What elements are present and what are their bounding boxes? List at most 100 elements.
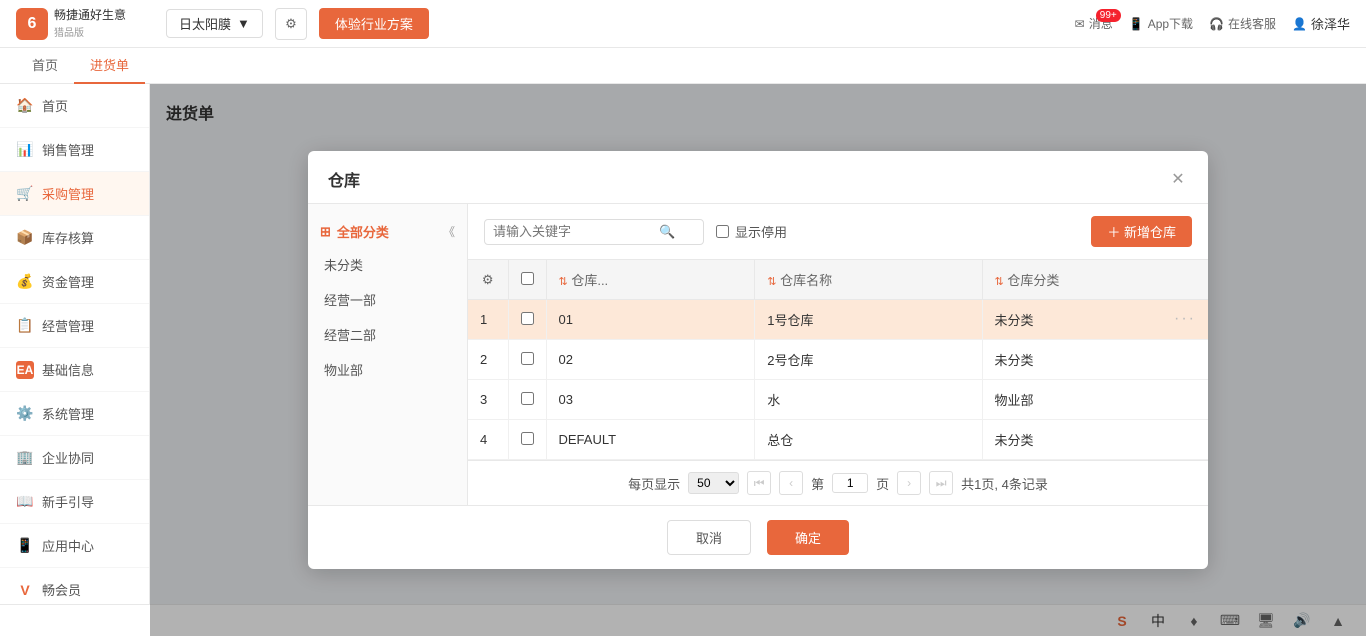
row3-checkbox[interactable]	[521, 392, 534, 405]
category-uncategorized[interactable]: 未分类	[308, 247, 467, 282]
add-warehouse-button[interactable]: ＋ 新增仓库	[1091, 216, 1192, 247]
sidebar-basic-label: 基础信息	[42, 360, 94, 379]
user-area[interactable]: 👤 徐泽华	[1292, 14, 1350, 33]
page-first-btn[interactable]: ⏮	[747, 471, 771, 495]
row4-checkbox[interactable]	[521, 432, 534, 445]
page-prev-btn[interactable]: ‹	[779, 471, 803, 495]
sidebar-vip-label: 畅会员	[42, 580, 81, 599]
page-last-btn[interactable]: ⏭	[929, 471, 953, 495]
row1-check[interactable]	[508, 300, 546, 340]
row2-code: 02	[546, 340, 755, 380]
row4-category: 未分类	[982, 420, 1208, 460]
warehouse-table-wrapper: ⚙ ⇅ 仓库...	[468, 260, 1208, 460]
per-page-select[interactable]: 50 100 200	[688, 472, 739, 494]
dialog-header: 仓库 ✕	[308, 151, 1208, 204]
th-name: ⇅ 仓库名称	[755, 260, 982, 300]
row1-more-icon[interactable]: ···	[1174, 310, 1196, 328]
dialog-footer: 取消 确定	[308, 505, 1208, 569]
row3-code: 03	[546, 380, 755, 420]
sidebar-item-purchase[interactable]: 🛒 采购管理	[0, 172, 149, 216]
sidebar-item-finance[interactable]: 💰 资金管理	[0, 260, 149, 304]
search-icon[interactable]: 🔍	[659, 224, 675, 240]
row4-no: 4	[468, 420, 508, 460]
row2-name: 2号仓库	[755, 340, 982, 380]
warehouse-table: ⚙ ⇅ 仓库...	[468, 260, 1208, 460]
row4-name: 总仓	[755, 420, 982, 460]
search-input[interactable]	[493, 224, 653, 239]
online-service-btn[interactable]: 🎧 在线客服	[1209, 15, 1276, 32]
sidebar-item-sales[interactable]: 📊 销售管理	[0, 128, 149, 172]
sidebar-item-inventory[interactable]: 📦 库存核算	[0, 216, 149, 260]
row3-no: 3	[468, 380, 508, 420]
page-unit: 页	[876, 474, 889, 493]
sidebar-inventory-label: 库存核算	[42, 228, 94, 247]
category-all-label: ⊞ 全部分类	[320, 222, 389, 241]
search-box: 🔍	[484, 219, 704, 245]
app-download-label: App下载	[1148, 15, 1193, 32]
show-disabled-label[interactable]: 显示停用	[716, 222, 787, 241]
table-row[interactable]: 1 01 1号仓库 未分类 ···	[468, 300, 1208, 340]
sidebar-system-label: 系统管理	[42, 404, 94, 423]
table-row[interactable]: 3 03 水 物业部	[468, 380, 1208, 420]
company-name: 日太阳膜	[179, 14, 231, 33]
table-row[interactable]: 2 02 2号仓库 未分类	[468, 340, 1208, 380]
app-logo-icon: 6	[16, 8, 48, 40]
page-next-btn[interactable]: ›	[897, 471, 921, 495]
confirm-button[interactable]: 确定	[767, 520, 849, 555]
app-name: 畅捷通好生意	[54, 8, 126, 24]
row4-code: DEFAULT	[546, 420, 755, 460]
cancel-button[interactable]: 取消	[667, 520, 751, 555]
sidebar-item-system[interactable]: ⚙️ 系统管理	[0, 392, 149, 436]
collapse-icon[interactable]: 《	[443, 223, 455, 240]
row1-no: 1	[468, 300, 508, 340]
sidebar-purchase-label: 采购管理	[42, 184, 94, 203]
category-property[interactable]: 物业部	[308, 352, 467, 387]
row1-category: 未分类 ···	[982, 300, 1208, 340]
row2-checkbox[interactable]	[521, 352, 534, 365]
settings-btn[interactable]: ⚙	[275, 8, 307, 40]
th-settings: ⚙	[468, 260, 508, 300]
app-download-btn[interactable]: 📱 App下载	[1129, 15, 1193, 32]
row1-name: 1号仓库	[755, 300, 982, 340]
sidebar-item-enterprise[interactable]: 🏢 企业协同	[0, 436, 149, 480]
online-service-label: 在线客服	[1228, 15, 1276, 32]
category-dept1[interactable]: 经营一部	[308, 282, 467, 317]
row3-check[interactable]	[508, 380, 546, 420]
nav-tabs: 首页 进货单	[0, 48, 1366, 84]
sidebar-finance-label: 资金管理	[42, 272, 94, 291]
avatar-icon: 👤	[1292, 17, 1307, 31]
per-page-label: 每页显示	[628, 474, 680, 493]
company-selector[interactable]: 日太阳膜 ▼	[166, 9, 263, 38]
sidebar-item-basic[interactable]: EA 基础信息	[0, 348, 149, 392]
show-disabled-checkbox[interactable]	[716, 225, 729, 238]
row1-checkbox[interactable]	[521, 312, 534, 325]
grid-icon: ⊞	[320, 224, 331, 240]
sidebar-item-appcenter[interactable]: 📱 应用中心	[0, 524, 149, 568]
row4-check[interactable]	[508, 420, 546, 460]
sidebar-item-operation[interactable]: 📋 经营管理	[0, 304, 149, 348]
category-all-header[interactable]: ⊞ 全部分类 《	[308, 216, 467, 247]
sidebar-item-guide[interactable]: 📖 新手引导	[0, 480, 149, 524]
page-number-input[interactable]	[832, 473, 868, 493]
sort-icon-code: ⇅	[559, 276, 568, 288]
total-info: 共1页, 4条记录	[961, 474, 1048, 493]
table-row[interactable]: 4 DEFAULT 总仓 未分类	[468, 420, 1208, 460]
sidebar-enterprise-label: 企业协同	[42, 448, 94, 467]
row2-check[interactable]	[508, 340, 546, 380]
tab-purchase[interactable]: 进货单	[74, 47, 145, 84]
notifications-btn[interactable]: ✉ 消息 99+	[1075, 15, 1113, 32]
show-disabled-text: 显示停用	[735, 222, 787, 241]
header-right: ✉ 消息 99+ 📱 App下载 🎧 在线客服 👤 徐泽华	[1075, 14, 1350, 33]
select-all-checkbox[interactable]	[521, 272, 534, 285]
sort-icon-cat: ⇅	[995, 276, 1004, 288]
tab-home[interactable]: 首页	[16, 47, 74, 84]
dialog-close-button[interactable]: ✕	[1168, 169, 1188, 189]
trial-button[interactable]: 体验行业方案	[319, 8, 429, 39]
logo-area: 6 畅捷通好生意 猎品版	[16, 8, 166, 40]
row2-category: 未分类	[982, 340, 1208, 380]
header-center: 日太阳膜 ▼ ⚙ 体验行业方案	[166, 8, 1075, 40]
sidebar-item-home[interactable]: 🏠 首页	[0, 84, 149, 128]
guide-icon: 📖	[16, 493, 34, 511]
category-dept2[interactable]: 经营二部	[308, 317, 467, 352]
top-header: 6 畅捷通好生意 猎品版 日太阳膜 ▼ ⚙ 体验行业方案 ✉ 消息 99+ 📱 …	[0, 0, 1366, 48]
